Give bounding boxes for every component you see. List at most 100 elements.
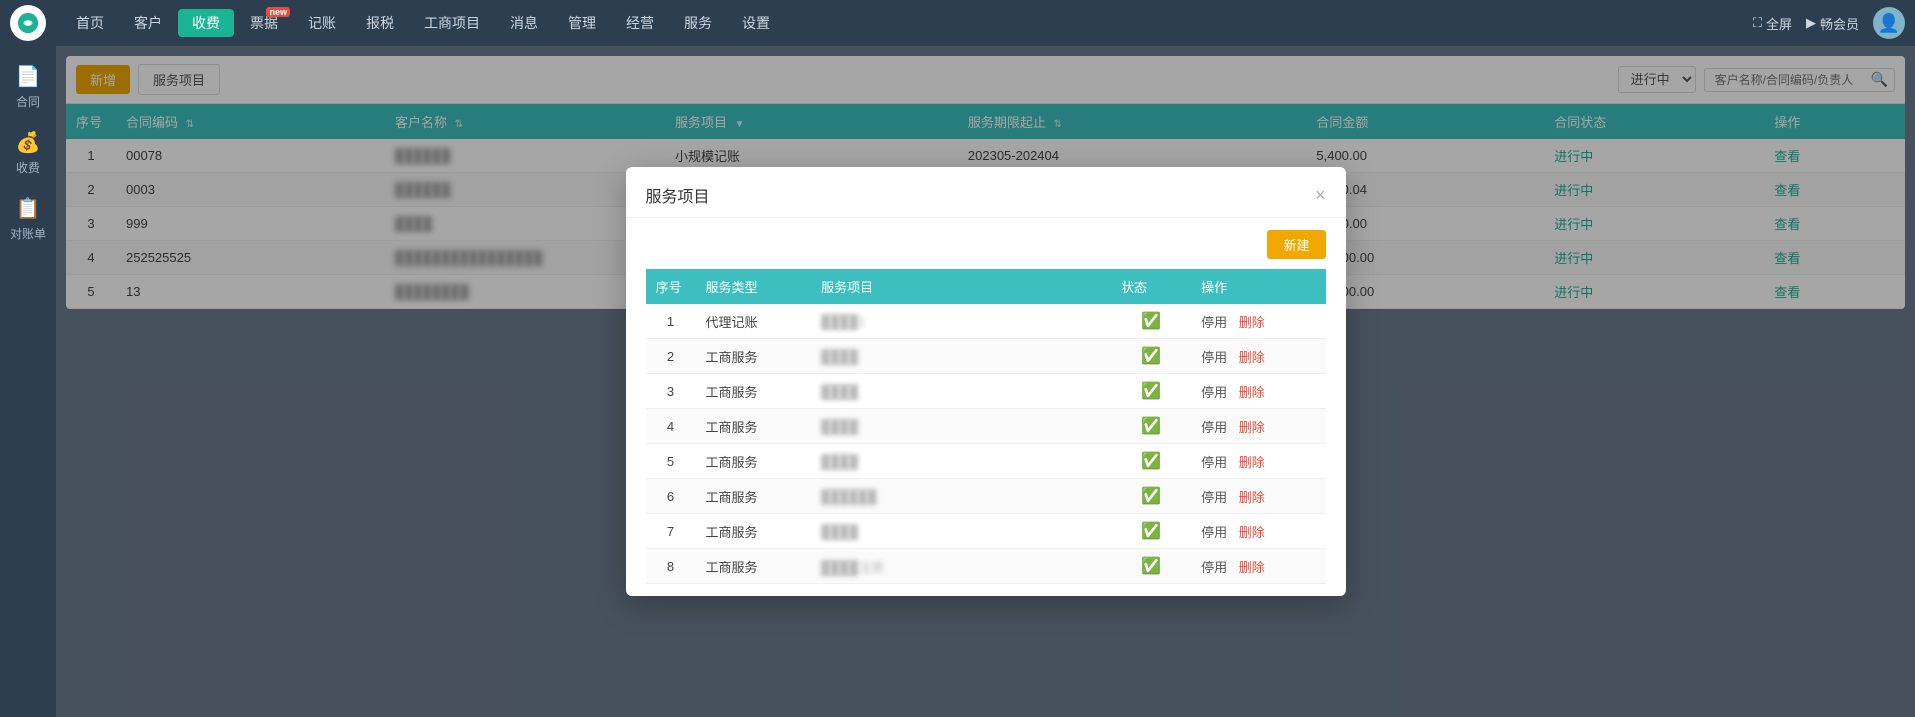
modal-close-button[interactable]: × xyxy=(1315,186,1326,204)
modal-cell-type: 代理记账 xyxy=(696,304,812,339)
delete-button[interactable]: 删除 xyxy=(1239,455,1265,470)
modal-table-row: 3 工商服务 ████ ✅ 停用 删除 xyxy=(646,374,1326,409)
modal-cell-type: 工商服务 xyxy=(696,374,812,409)
modal-title: 服务项目 xyxy=(646,183,710,207)
reconcile-icon: 📋 xyxy=(16,196,41,221)
modal-table-row: 6 工商服务 ██████ ✅ 停用 删除 xyxy=(646,479,1326,514)
modal-table-row: 2 工商服务 ████ ✅ 停用 删除 xyxy=(646,339,1326,374)
nav-client[interactable]: 客户 xyxy=(120,9,176,37)
modal-cell-item: ████ xyxy=(811,409,1111,444)
nav-settings[interactable]: 设置 xyxy=(728,9,784,37)
modal-cell-seq: 6 xyxy=(646,479,696,514)
modal-cell-status: ✅ xyxy=(1111,304,1191,339)
delete-button[interactable]: 删除 xyxy=(1239,385,1265,400)
status-check-icon: ✅ xyxy=(1141,383,1161,400)
modal-table-row: 7 工商服务 ████ ✅ 停用 删除 xyxy=(646,514,1326,549)
sidebar-label-contract: 合同 xyxy=(16,93,40,110)
fullscreen-icon: ⛶ xyxy=(1753,15,1762,31)
stop-button[interactable]: 停用 xyxy=(1201,420,1227,435)
modal-table-row: 1 代理记账 ████1 ✅ 停用 删除 xyxy=(646,304,1326,339)
member-icon: ▶ xyxy=(1806,15,1816,31)
modal-cell-item: ████ xyxy=(811,444,1111,479)
nav-manage[interactable]: 管理 xyxy=(554,9,610,37)
modal-cell-item: ████ xyxy=(811,374,1111,409)
contract-icon: 📄 xyxy=(16,64,41,89)
modal-cell-item: ████ xyxy=(811,339,1111,374)
logo[interactable] xyxy=(10,5,46,41)
fullscreen-button[interactable]: ⛶ 全屏 xyxy=(1753,14,1792,33)
modal-cell-item: ████注册 xyxy=(811,549,1111,584)
modal-header: 服务项目 × xyxy=(626,167,1346,218)
modal-new-button[interactable]: 新建 xyxy=(1267,230,1325,259)
modal-cell-seq: 8 xyxy=(646,549,696,584)
fee-icon: 💰 xyxy=(16,130,41,155)
status-check-icon: ✅ xyxy=(1141,418,1161,435)
nav-message[interactable]: 消息 xyxy=(496,9,552,37)
modal-cell-status: ✅ xyxy=(1111,339,1191,374)
modal-cell-status: ✅ xyxy=(1111,409,1191,444)
modal-cell-seq: 4 xyxy=(646,409,696,444)
nav-invoice[interactable]: 票据 new xyxy=(236,9,292,37)
modal-cell-op: 停用 删除 xyxy=(1191,409,1325,444)
stop-button[interactable]: 停用 xyxy=(1201,385,1227,400)
modal-cell-op: 停用 删除 xyxy=(1191,514,1325,549)
main-content: 新增 服务项目 进行中 🔍 序号 xyxy=(56,46,1915,717)
modal-table-row: 4 工商服务 ████ ✅ 停用 删除 xyxy=(646,409,1326,444)
sidebar-item-fee[interactable]: 💰 收费 xyxy=(3,122,53,184)
modal-overlay[interactable]: 服务项目 × 新建 序号 服务类型 服务项目 xyxy=(56,46,1915,717)
modal-cell-op: 停用 删除 xyxy=(1191,304,1325,339)
stop-button[interactable]: 停用 xyxy=(1201,315,1227,330)
modal-scroll-area[interactable]: 序号 服务类型 服务项目 状态 操作 1 代理记账 ████1 ✅ xyxy=(646,269,1326,584)
delete-button[interactable]: 删除 xyxy=(1239,525,1265,540)
modal-th-op: 操作 xyxy=(1191,269,1325,304)
modal-cell-seq: 1 xyxy=(646,304,696,339)
stop-button[interactable]: 停用 xyxy=(1201,350,1227,365)
modal-toolbar: 新建 xyxy=(646,230,1326,259)
nav-service[interactable]: 服务 xyxy=(670,9,726,37)
modal-cell-seq: 5 xyxy=(646,444,696,479)
sidebar-label-reconcile: 对账单 xyxy=(10,225,46,242)
modal-cell-status: ✅ xyxy=(1111,514,1191,549)
modal-th-status: 状态 xyxy=(1111,269,1191,304)
status-check-icon: ✅ xyxy=(1141,313,1161,330)
modal-service-table: 序号 服务类型 服务项目 状态 操作 1 代理记账 ████1 ✅ xyxy=(646,269,1326,584)
main-layout: 📄 合同 💰 收费 📋 对账单 新增 服务项目 进行中 xyxy=(0,46,1915,717)
avatar[interactable]: 👤 xyxy=(1873,7,1905,39)
sidebar-item-contract[interactable]: 📄 合同 xyxy=(3,56,53,118)
modal-cell-op: 停用 删除 xyxy=(1191,444,1325,479)
nav-items: 首页 客户 收费 票据 new 记账 报税 工商项目 消息 管理 经营 服务 设… xyxy=(62,9,1753,37)
sidebar-label-fee: 收费 xyxy=(16,159,40,176)
stop-button[interactable]: 停用 xyxy=(1201,455,1227,470)
delete-button[interactable]: 删除 xyxy=(1239,560,1265,575)
modal-cell-seq: 2 xyxy=(646,339,696,374)
delete-button[interactable]: 删除 xyxy=(1239,420,1265,435)
service-modal: 服务项目 × 新建 序号 服务类型 服务项目 xyxy=(626,167,1346,596)
modal-cell-status: ✅ xyxy=(1111,374,1191,409)
stop-button[interactable]: 停用 xyxy=(1201,560,1227,575)
modal-cell-seq: 3 xyxy=(646,374,696,409)
avatar-icon: 👤 xyxy=(1878,13,1900,34)
member-button[interactable]: ▶ 畅会员 xyxy=(1806,14,1859,33)
nav-home[interactable]: 首页 xyxy=(62,9,118,37)
nav-commerce[interactable]: 工商项目 xyxy=(410,9,494,37)
sidebar: 📄 合同 💰 收费 📋 对账单 xyxy=(0,46,56,717)
nav-fee[interactable]: 收费 xyxy=(178,9,234,37)
stop-button[interactable]: 停用 xyxy=(1201,525,1227,540)
modal-cell-type: 工商服务 xyxy=(696,444,812,479)
nav-tax[interactable]: 报税 xyxy=(352,9,408,37)
delete-button[interactable]: 删除 xyxy=(1239,315,1265,330)
delete-button[interactable]: 删除 xyxy=(1239,490,1265,505)
nav-bookkeep[interactable]: 记账 xyxy=(294,9,350,37)
stop-button[interactable]: 停用 xyxy=(1201,490,1227,505)
delete-button[interactable]: 删除 xyxy=(1239,350,1265,365)
modal-th-item: 服务项目 xyxy=(811,269,1111,304)
top-nav: 首页 客户 收费 票据 new 记账 报税 工商项目 消息 管理 经营 服务 设… xyxy=(0,0,1915,46)
modal-body: 新建 序号 服务类型 服务项目 状态 操作 xyxy=(626,218,1346,596)
status-check-icon: ✅ xyxy=(1141,523,1161,540)
modal-cell-type: 工商服务 xyxy=(696,339,812,374)
sidebar-item-reconcile[interactable]: 📋 对账单 xyxy=(3,188,53,250)
modal-cell-item: ████1 xyxy=(811,304,1111,339)
nav-operation[interactable]: 经营 xyxy=(612,9,668,37)
modal-cell-type: 工商服务 xyxy=(696,479,812,514)
status-check-icon: ✅ xyxy=(1141,488,1161,505)
